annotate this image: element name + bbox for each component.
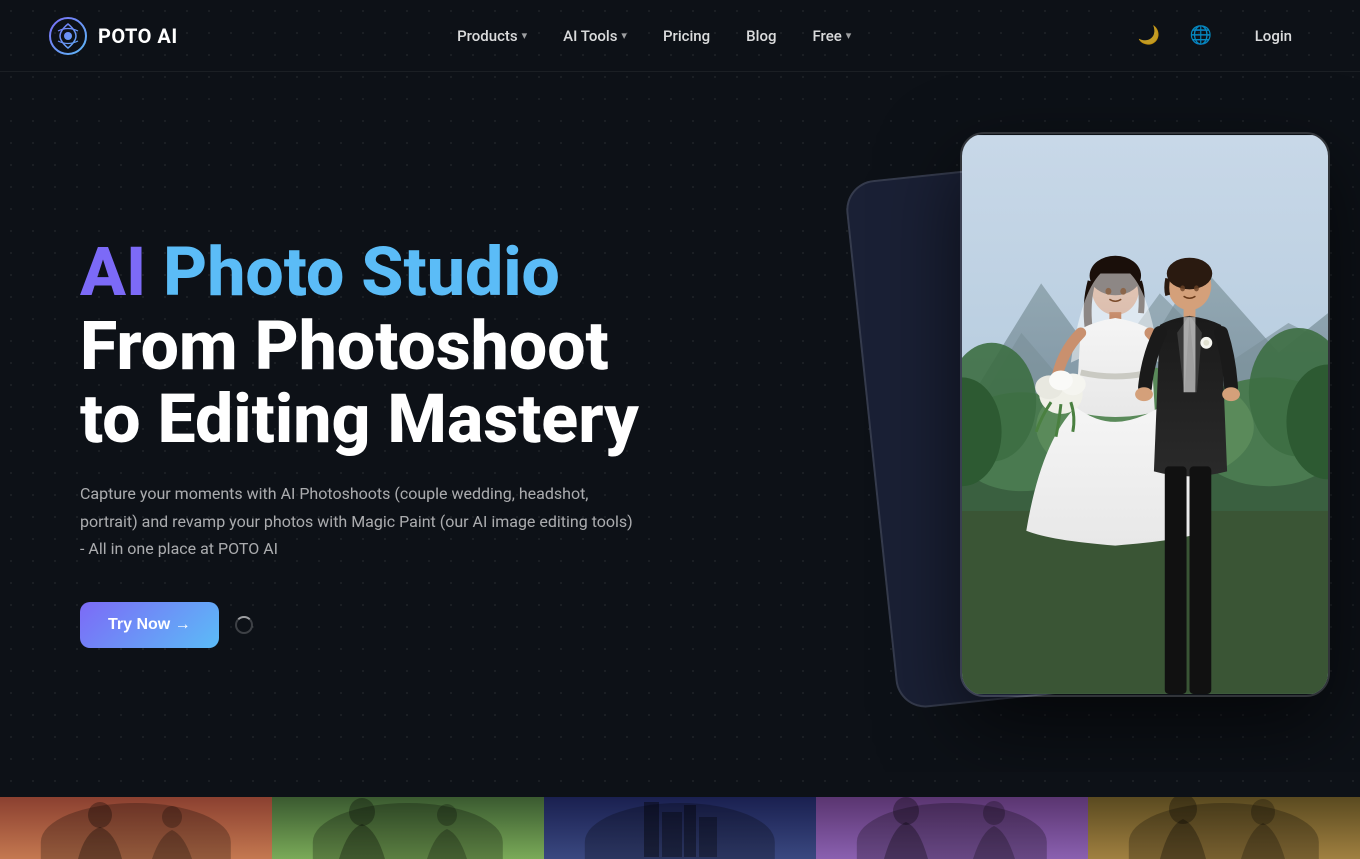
nav-blog[interactable]: Blog (732, 19, 790, 53)
brand-name: POTO AI (98, 24, 178, 48)
gallery-thumb-2[interactable] (272, 797, 544, 859)
nav-aitools[interactable]: AI Tools ▾ (549, 19, 641, 53)
nav-right: 🌙 🌐 Login (1131, 18, 1312, 54)
gallery-thumb-1[interactable] (0, 797, 272, 859)
hero-description: Capture your moments with AI Photoshoots… (80, 480, 640, 562)
theme-toggle-button[interactable]: 🌙 (1131, 18, 1167, 54)
title-line2: From Photoshoot (80, 310, 740, 383)
nav-products[interactable]: Products ▾ (443, 19, 541, 53)
logo-icon (48, 16, 88, 56)
wedding-photo-svg (962, 134, 1328, 695)
brand-logo[interactable]: POTO AI (48, 16, 178, 56)
nav-pricing[interactable]: Pricing (649, 19, 724, 53)
title-ai: AI (80, 232, 146, 312)
gallery-thumb-3[interactable] (544, 797, 816, 859)
hero-section: AI Photo Studio From Photoshoot to Editi… (0, 72, 1360, 772)
chevron-down-icon: ▾ (522, 29, 528, 42)
hero-image (930, 132, 1360, 712)
language-button[interactable]: 🌐 (1183, 18, 1219, 54)
globe-icon: 🌐 (1189, 25, 1211, 46)
gallery-thumb-5[interactable] (1088, 797, 1360, 859)
title-line3: to Editing Mastery (80, 383, 740, 456)
nav-links: Products ▾ AI Tools ▾ Pricing Blog Free … (443, 19, 865, 53)
gallery-strip (0, 797, 1360, 859)
chevron-down-icon: ▾ (846, 29, 852, 42)
nav-free[interactable]: Free ▾ (798, 19, 865, 53)
photo-card (960, 132, 1330, 697)
navbar: POTO AI Products ▾ AI Tools ▾ Pricing Bl… (0, 0, 1360, 72)
try-now-button[interactable]: Try Now → (80, 602, 219, 648)
loading-indicator (235, 616, 253, 634)
login-button[interactable]: Login (1235, 19, 1312, 53)
title-studio: Studio (361, 232, 560, 312)
hero-title: AI Photo Studio From Photoshoot to Editi… (80, 236, 740, 456)
gallery-thumb-4[interactable] (816, 797, 1088, 859)
chevron-down-icon: ▾ (621, 29, 627, 42)
title-photo: Photo (163, 232, 361, 312)
hero-content: AI Photo Studio From Photoshoot to Editi… (80, 216, 740, 648)
moon-icon: 🌙 (1137, 25, 1159, 46)
